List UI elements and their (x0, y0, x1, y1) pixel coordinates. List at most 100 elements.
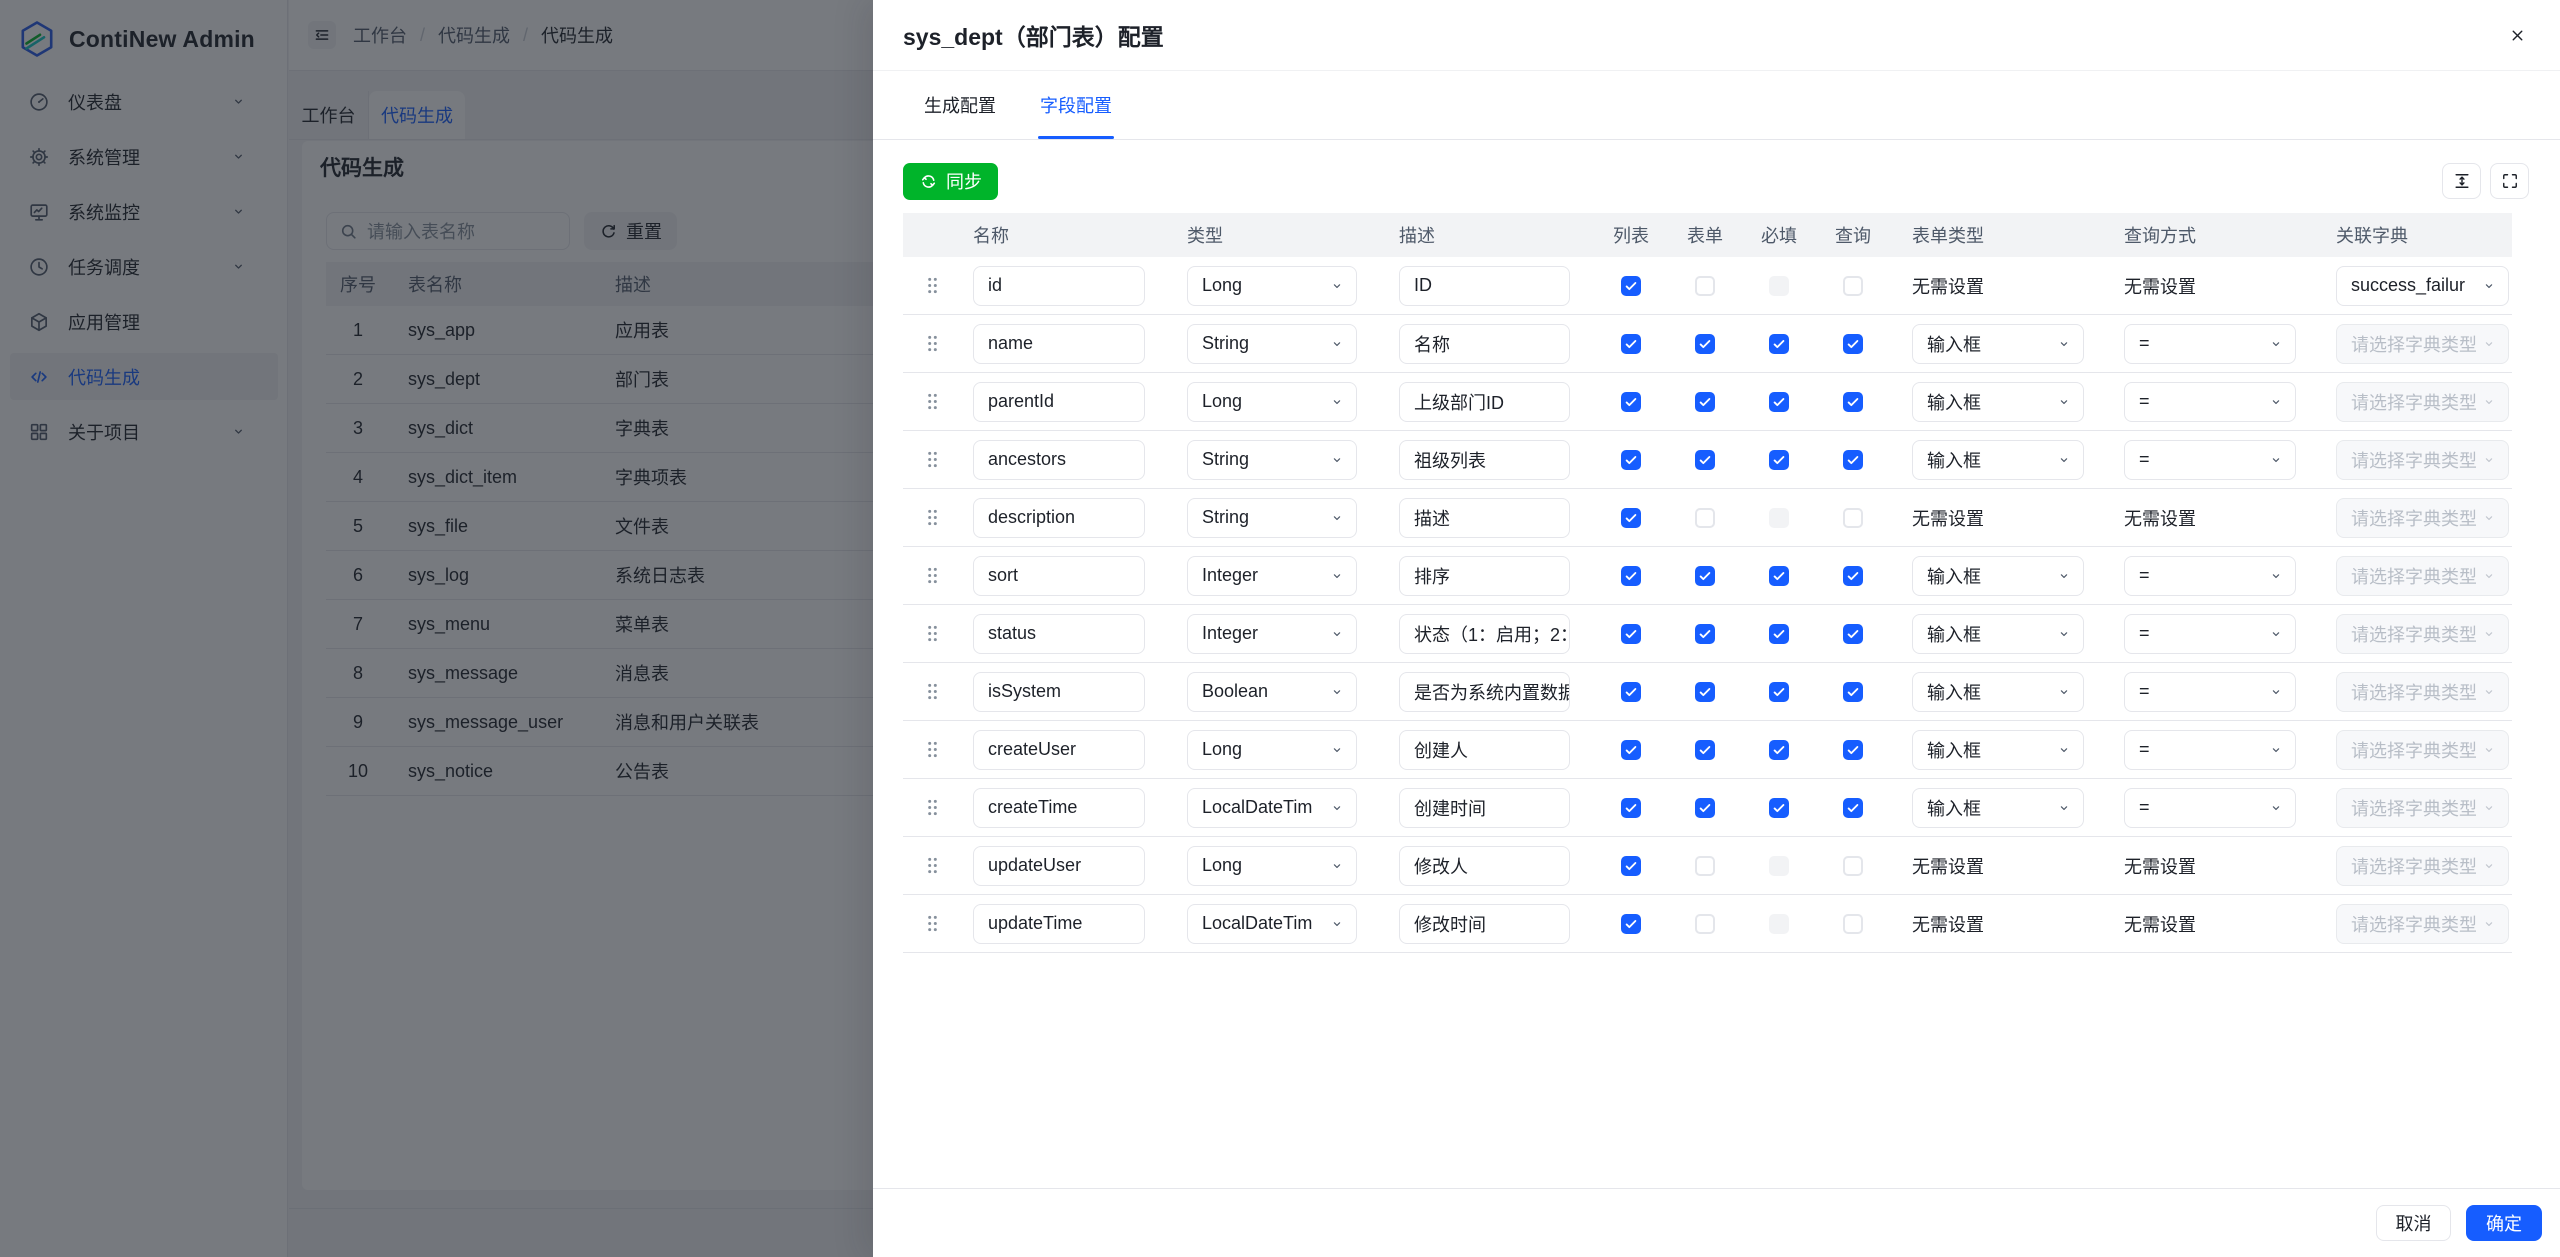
checkbox-query[interactable] (1843, 333, 1863, 354)
field-type-select[interactable]: Boolean (1187, 671, 1357, 712)
field-name-input[interactable]: isSystem (973, 671, 1145, 712)
checkbox-required[interactable] (1769, 449, 1789, 470)
form-type-select[interactable]: 输入框 (1912, 555, 2084, 596)
query-type-select[interactable]: = (2124, 787, 2296, 828)
form-type-select[interactable]: 输入框 (1912, 381, 2084, 422)
drag-handle[interactable] (903, 566, 973, 585)
field-type-select[interactable]: Long (1187, 845, 1357, 886)
checkbox-form[interactable] (1695, 333, 1715, 354)
checkbox-query[interactable] (1843, 739, 1863, 760)
drag-handle[interactable] (903, 334, 973, 353)
field-desc-input[interactable]: 修改人 (1399, 845, 1570, 886)
drag-handle[interactable] (903, 508, 973, 527)
field-type-select[interactable]: String (1187, 497, 1357, 538)
field-desc-input[interactable]: 状态（1：启用；2： (1399, 613, 1570, 654)
checkbox-form[interactable] (1695, 681, 1715, 702)
checkbox-required[interactable] (1769, 391, 1789, 412)
checkbox-required[interactable] (1769, 681, 1789, 702)
drag-handle[interactable] (903, 392, 973, 411)
checkbox-query[interactable] (1843, 391, 1863, 412)
checkbox-required[interactable] (1769, 623, 1789, 644)
checkbox-form[interactable] (1695, 913, 1715, 934)
field-type-select[interactable]: Integer (1187, 613, 1357, 654)
field-name-input[interactable]: name (973, 323, 1145, 364)
row-height-button[interactable] (2442, 163, 2481, 199)
query-type-select[interactable]: = (2124, 439, 2296, 480)
checkbox-form[interactable] (1695, 507, 1715, 528)
checkbox-query[interactable] (1843, 507, 1863, 528)
field-type-select[interactable]: LocalDateTim (1187, 903, 1357, 944)
checkbox-query[interactable] (1843, 855, 1863, 876)
cancel-button[interactable]: 取消 (2376, 1205, 2451, 1241)
form-type-select[interactable]: 输入框 (1912, 439, 2084, 480)
checkbox-list[interactable] (1621, 681, 1641, 702)
query-type-select[interactable]: = (2124, 323, 2296, 364)
field-desc-input[interactable]: 上级部门ID (1399, 381, 1570, 422)
checkbox-query[interactable] (1843, 797, 1863, 818)
field-desc-input[interactable]: 修改时间 (1399, 903, 1570, 944)
field-desc-input[interactable]: ID (1399, 265, 1570, 306)
query-type-select[interactable]: = (2124, 381, 2296, 422)
field-name-input[interactable]: parentId (973, 381, 1145, 422)
field-name-input[interactable]: sort (973, 555, 1145, 596)
field-type-select[interactable]: String (1187, 323, 1357, 364)
tab-generate-config[interactable]: 生成配置 (922, 71, 998, 139)
field-type-select[interactable]: String (1187, 439, 1357, 480)
field-name-input[interactable]: updateUser (973, 845, 1145, 886)
checkbox-list[interactable] (1621, 797, 1641, 818)
field-name-input[interactable]: status (973, 613, 1145, 654)
checkbox-list[interactable] (1621, 623, 1641, 644)
checkbox-form[interactable] (1695, 275, 1715, 296)
checkbox-query[interactable] (1843, 449, 1863, 470)
drag-handle[interactable] (903, 624, 973, 643)
field-desc-input[interactable]: 描述 (1399, 497, 1570, 538)
sync-button[interactable]: 同步 (903, 162, 998, 200)
checkbox-required[interactable] (1769, 739, 1789, 760)
field-type-select[interactable]: Long (1187, 381, 1357, 422)
checkbox-list[interactable] (1621, 565, 1641, 586)
drag-handle[interactable] (903, 914, 973, 933)
checkbox-list[interactable] (1621, 855, 1641, 876)
field-type-select[interactable]: Long (1187, 729, 1357, 770)
field-name-input[interactable]: createUser (973, 729, 1145, 770)
checkbox-list[interactable] (1621, 913, 1641, 934)
field-desc-input[interactable]: 排序 (1399, 555, 1570, 596)
drag-handle[interactable] (903, 450, 973, 469)
dict-select[interactable]: success_failur (2336, 265, 2509, 306)
field-name-input[interactable]: id (973, 265, 1145, 306)
checkbox-list[interactable] (1621, 449, 1641, 470)
drag-handle[interactable] (903, 276, 973, 295)
checkbox-list[interactable] (1621, 739, 1641, 760)
field-name-input[interactable]: description (973, 497, 1145, 538)
field-name-input[interactable]: updateTime (973, 903, 1145, 944)
checkbox-required[interactable] (1769, 565, 1789, 586)
field-type-select[interactable]: Integer (1187, 555, 1357, 596)
checkbox-form[interactable] (1695, 623, 1715, 644)
field-desc-input[interactable]: 创建人 (1399, 729, 1570, 770)
confirm-button[interactable]: 确定 (2466, 1205, 2542, 1241)
field-name-input[interactable]: ancestors (973, 439, 1145, 480)
field-desc-input[interactable]: 祖级列表 (1399, 439, 1570, 480)
query-type-select[interactable]: = (2124, 729, 2296, 770)
checkbox-required[interactable] (1769, 797, 1789, 818)
tab-field-config[interactable]: 字段配置 (1038, 71, 1114, 139)
checkbox-query[interactable] (1843, 681, 1863, 702)
field-type-select[interactable]: Long (1187, 265, 1357, 306)
checkbox-form[interactable] (1695, 449, 1715, 470)
field-desc-input[interactable]: 名称 (1399, 323, 1570, 364)
checkbox-form[interactable] (1695, 855, 1715, 876)
drag-handle[interactable] (903, 798, 973, 817)
form-type-select[interactable]: 输入框 (1912, 787, 2084, 828)
checkbox-query[interactable] (1843, 275, 1863, 296)
checkbox-list[interactable] (1621, 333, 1641, 354)
checkbox-list[interactable] (1621, 275, 1641, 296)
drag-handle[interactable] (903, 682, 973, 701)
form-type-select[interactable]: 输入框 (1912, 729, 2084, 770)
checkbox-query[interactable] (1843, 623, 1863, 644)
checkbox-form[interactable] (1695, 739, 1715, 760)
checkbox-form[interactable] (1695, 391, 1715, 412)
query-type-select[interactable]: = (2124, 671, 2296, 712)
field-desc-input[interactable]: 是否为系统内置数据 (1399, 671, 1570, 712)
close-icon[interactable] (2509, 27, 2526, 44)
checkbox-list[interactable] (1621, 391, 1641, 412)
